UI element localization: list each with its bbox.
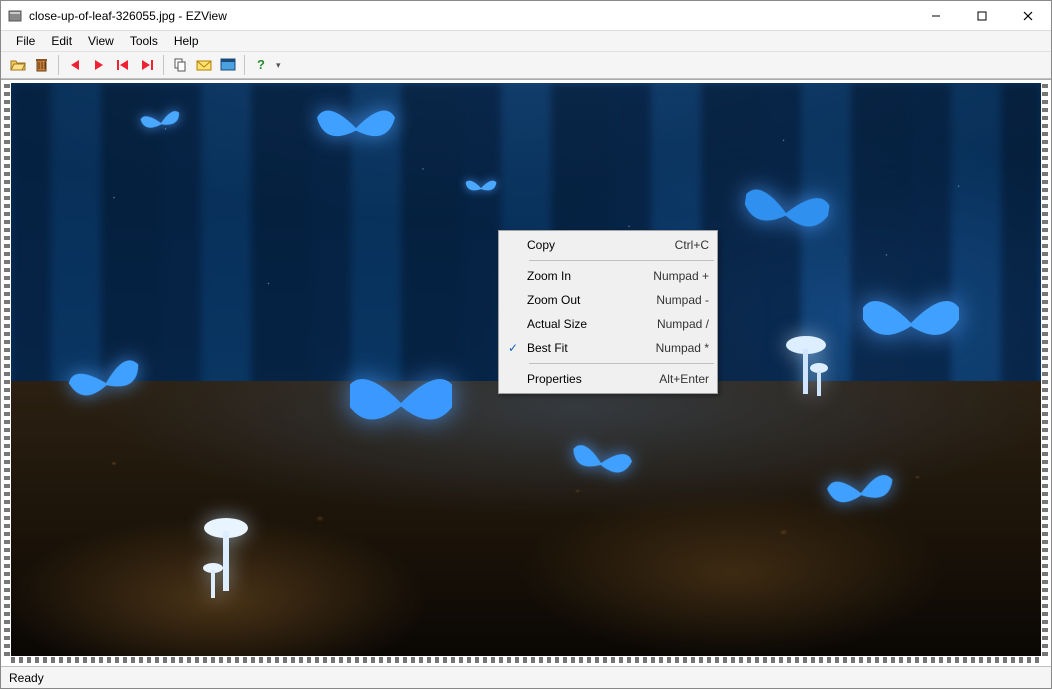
image-ground	[11, 381, 1041, 656]
statusbar: Ready	[1, 666, 1051, 688]
minimize-button[interactable]	[913, 1, 959, 31]
context-menu-label: Zoom In	[525, 269, 643, 283]
menu-help[interactable]: Help	[167, 32, 206, 50]
context-menu-actual-size[interactable]: Actual Size Numpad /	[501, 312, 715, 336]
ruler-right	[1042, 83, 1048, 656]
butterfly-icon	[825, 467, 896, 520]
last-icon[interactable]	[136, 54, 158, 76]
context-menu-label: Zoom Out	[525, 293, 646, 307]
context-menu-copy[interactable]: Copy Ctrl+C	[501, 233, 715, 257]
window-title: close-up-of-leaf-326055.jpg - EZView	[29, 9, 913, 23]
copy-icon[interactable]	[169, 54, 191, 76]
next-icon[interactable]	[88, 54, 110, 76]
context-menu-accel: Numpad *	[646, 341, 709, 355]
context-menu-label: Copy	[525, 238, 665, 252]
mushroom-icon	[201, 513, 251, 606]
menu-edit[interactable]: Edit	[44, 32, 79, 50]
status-text: Ready	[9, 671, 44, 685]
context-menu-separator	[529, 260, 714, 261]
context-menu-zoom-out[interactable]: Zoom Out Numpad -	[501, 288, 715, 312]
email-icon[interactable]	[193, 54, 215, 76]
toolbar: ? ▾	[1, 51, 1051, 79]
first-icon[interactable]	[112, 54, 134, 76]
butterfly-icon	[350, 369, 452, 437]
context-menu-label: Actual Size	[525, 317, 647, 331]
delete-icon[interactable]	[31, 54, 53, 76]
app-icon	[7, 8, 23, 24]
menu-view[interactable]: View	[81, 32, 121, 50]
check-icon: ✓	[501, 341, 525, 355]
svg-text:?: ?	[257, 57, 265, 72]
ruler-bottom	[11, 657, 1041, 663]
context-menu: Copy Ctrl+C Zoom In Numpad + Zoom Out Nu…	[498, 230, 718, 394]
mushroom-icon	[781, 333, 831, 406]
menu-tools[interactable]: Tools	[123, 32, 165, 50]
toolbar-separator	[58, 55, 59, 75]
context-menu-best-fit[interactable]: ✓ Best Fit Numpad *	[501, 336, 715, 360]
context-menu-zoom-in[interactable]: Zoom In Numpad +	[501, 264, 715, 288]
context-menu-accel: Numpad -	[646, 293, 709, 307]
butterfly-icon	[317, 102, 395, 154]
help-icon[interactable]: ?	[250, 54, 272, 76]
context-menu-accel: Ctrl+C	[665, 238, 709, 252]
toolbar-separator	[163, 55, 164, 75]
context-menu-separator	[529, 363, 714, 364]
butterfly-icon	[465, 177, 498, 199]
context-menu-accel: Numpad +	[643, 269, 709, 283]
fullscreen-icon[interactable]	[217, 54, 239, 76]
open-icon[interactable]	[7, 54, 29, 76]
prev-icon[interactable]	[64, 54, 86, 76]
butterfly-icon	[863, 291, 959, 355]
window-controls	[913, 1, 1051, 30]
context-menu-accel: Numpad /	[647, 317, 709, 331]
maximize-button[interactable]	[959, 1, 1005, 31]
ruler-left	[4, 83, 10, 656]
close-button[interactable]	[1005, 1, 1051, 31]
context-menu-label: Properties	[525, 372, 649, 386]
menubar: File Edit View Tools Help	[1, 31, 1051, 51]
titlebar: close-up-of-leaf-326055.jpg - EZView	[1, 1, 1051, 31]
context-menu-properties[interactable]: Properties Alt+Enter	[501, 367, 715, 391]
image-viewport[interactable]: Copy Ctrl+C Zoom In Numpad + Zoom Out Nu…	[1, 79, 1051, 666]
toolbar-separator	[244, 55, 245, 75]
context-menu-label: Best Fit	[525, 341, 646, 355]
toolbar-overflow-icon[interactable]: ▾	[274, 60, 281, 71]
menu-file[interactable]: File	[9, 32, 42, 50]
context-menu-accel: Alt+Enter	[649, 372, 709, 386]
butterfly-icon	[741, 179, 832, 246]
